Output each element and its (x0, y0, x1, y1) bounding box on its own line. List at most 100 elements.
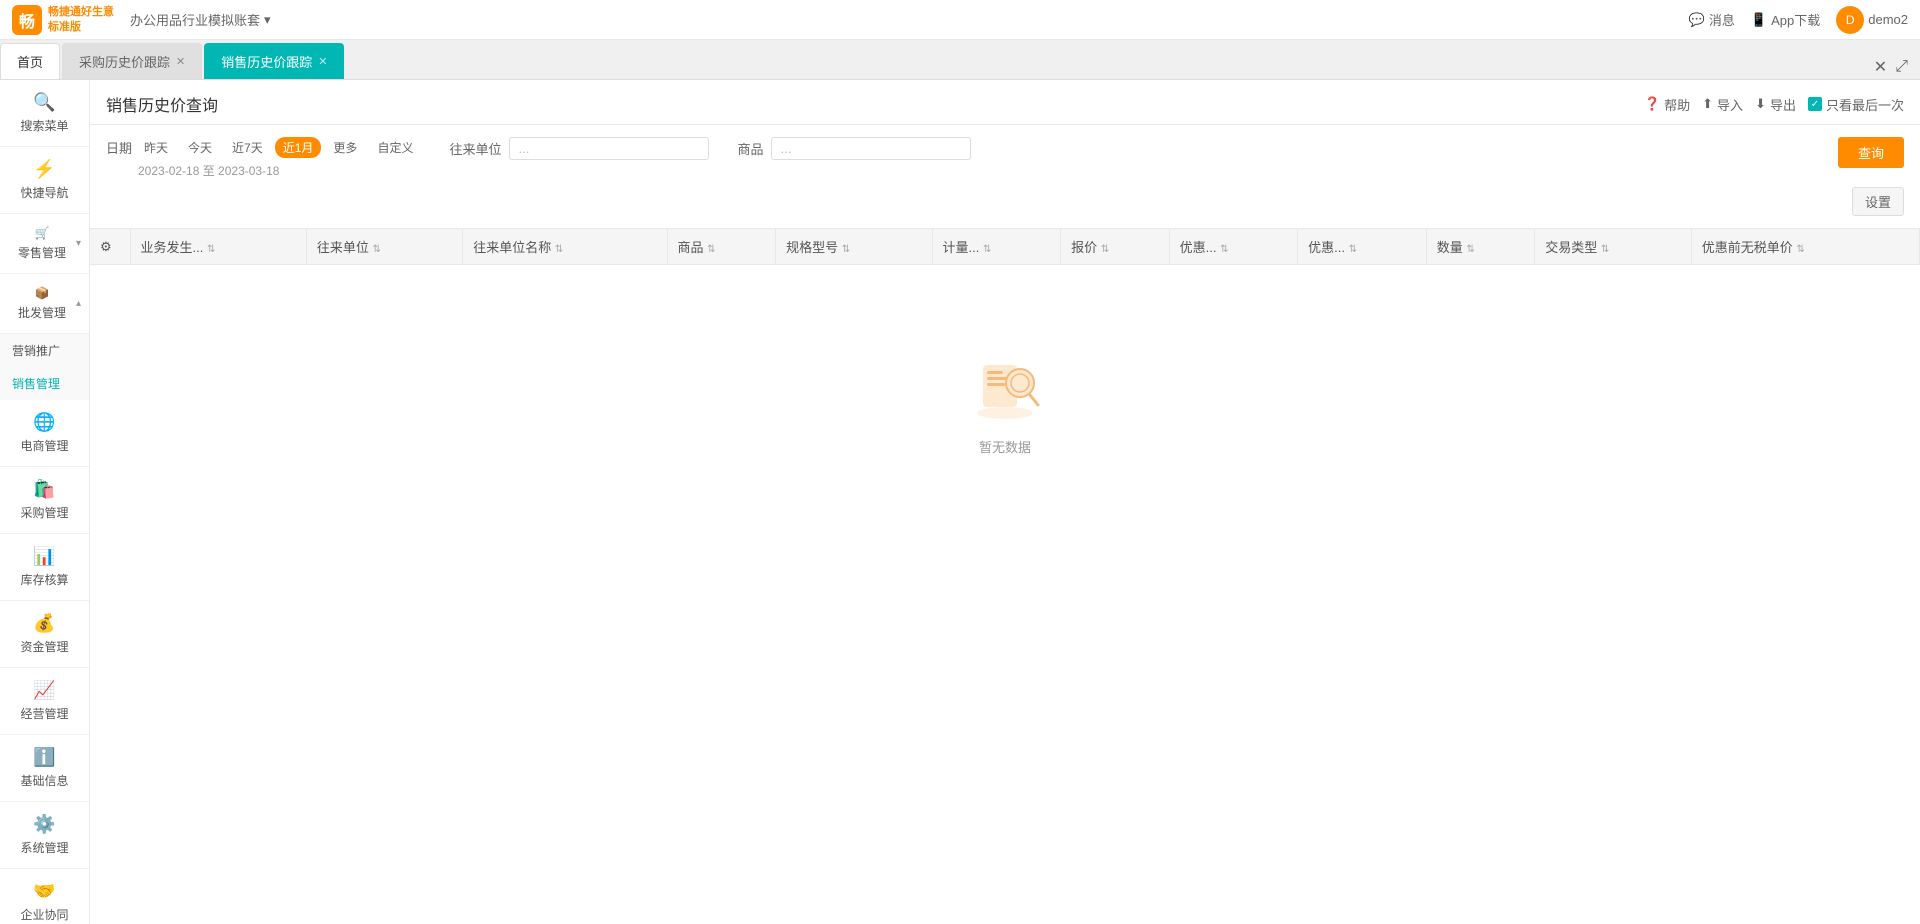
sidebar-item-search-menu-label: 搜索菜单 (20, 117, 68, 134)
tab-maximize-btn[interactable]: ⤢ (1895, 58, 1908, 76)
wholesale-mgmt-icon: 📦 (35, 286, 50, 300)
th-product-label: 商品 (678, 240, 704, 255)
date-btn-custom[interactable]: 自定义 (369, 137, 421, 158)
date-btn-more[interactable]: 更多 (325, 137, 365, 158)
chevron-down-icon: ▾ (264, 12, 271, 28)
app-download-btn[interactable]: 📱 App下载 (1751, 10, 1820, 29)
sidebar-subitem-sales-mgmt-label: 销售管理 (12, 377, 60, 391)
th-partner-name[interactable]: 往来单位名称 ⇅ (463, 229, 667, 265)
th-partner-code[interactable]: 往来单位 ⇅ (306, 229, 462, 265)
th-trade-type-label: 交易类型 (1545, 240, 1597, 255)
date-btn-yesterday[interactable]: 昨天 (136, 137, 176, 158)
th-pre-tax-price-label: 优惠前无税单价 (1702, 240, 1793, 255)
import-label: 导入 (1717, 95, 1743, 114)
sidebar-item-quick-nav-label: 快捷导航 (20, 184, 68, 201)
sidebar-item-ecommerce-mgmt[interactable]: 🌐 电商管理 (0, 400, 89, 467)
checkbox-icon: ✓ (1808, 97, 1822, 111)
tab-home[interactable]: 首页 (0, 43, 60, 79)
sidebar-subitem-sales-mgmt[interactable]: 销售管理 (0, 367, 89, 400)
th-quantity-label: 数量 (1437, 240, 1463, 255)
tab-sales-history-label: 销售历史价跟踪 (221, 52, 312, 71)
sort-discount2-icon: ⇅ (1349, 244, 1357, 255)
only-last-checkbox[interactable]: ✓ 只看最后一次 (1808, 95, 1904, 114)
sidebar-subitem-marketing[interactable]: 营销推广 (0, 334, 89, 367)
partner-input[interactable]: ... (509, 137, 709, 160)
logo-text: 畅捷通好生意 标准版 (48, 5, 114, 34)
sidebar-item-finance-mgmt[interactable]: 💰 资金管理 (0, 601, 89, 668)
sidebar-subitem-marketing-label: 营销推广 (12, 344, 60, 358)
empty-state-text: 暂无数据 (979, 437, 1031, 456)
th-partner-code-label: 往来单位 (317, 240, 369, 255)
sidebar-item-wholesale-mgmt[interactable]: 📦 批发管理 ▴ (0, 274, 89, 334)
th-product[interactable]: 商品 ⇅ (667, 229, 776, 265)
sort-trade-type-icon: ⇅ (1601, 244, 1609, 255)
help-btn[interactable]: ❓ 帮助 (1644, 95, 1690, 114)
sidebar-item-quick-nav[interactable]: ⚡ 快捷导航 (0, 147, 89, 214)
sidebar-item-inventory-calc[interactable]: 📊 库存核算 (0, 534, 89, 601)
th-spec[interactable]: 规格型号 ⇅ (776, 229, 932, 265)
sort-biz-date-icon: ⇅ (207, 244, 215, 255)
sidebar-item-search-menu[interactable]: 🔍 搜索菜单 (0, 80, 89, 147)
sort-pre-tax-price-icon: ⇅ (1796, 244, 1804, 255)
tab-purchase-history[interactable]: 采购历史价跟踪 ✕ (62, 43, 202, 79)
top-bar-right: 💬 消息 📱 App下载 D demo2 (1689, 6, 1908, 34)
tab-sales-history[interactable]: 销售历史价跟踪 ✕ (204, 43, 344, 79)
import-btn[interactable]: ⬆ 导入 (1702, 95, 1743, 114)
th-quoted-price[interactable]: 报价 ⇅ (1061, 229, 1170, 265)
only-last-label: 只看最后一次 (1826, 95, 1904, 114)
date-btn-today[interactable]: 今天 (180, 137, 220, 158)
sidebar-item-operations-mgmt[interactable]: 📈 经营管理 (0, 668, 89, 735)
th-settings[interactable]: ⚙ (90, 229, 130, 265)
main-layout: 🔍 搜索菜单 ⚡ 快捷导航 🛒 零售管理 ▾ 📦 批发管理 ▴ 营销推广 销售管… (0, 80, 1920, 924)
sidebar-item-basic-info-label: 基础信息 (20, 772, 68, 789)
th-biz-date[interactable]: 业务发生... ⇅ (130, 229, 306, 265)
import-icon: ⬆ (1702, 96, 1713, 112)
th-discount2-label: 优惠... (1308, 240, 1345, 255)
wholesale-chevron-icon: ▴ (76, 298, 81, 309)
th-discount1-label: 优惠... (1180, 240, 1217, 255)
sidebar-item-enterprise-collab[interactable]: 🤝 企业协同 (0, 869, 89, 924)
th-quantity[interactable]: 数量 ⇅ (1426, 229, 1535, 265)
empty-state: 暂无数据 (90, 265, 1920, 536)
sidebar-item-enterprise-collab-label: 企业协同 (20, 906, 68, 923)
sidebar-item-purchase-mgmt[interactable]: 🛍️ 采购管理 (0, 467, 89, 534)
app-selector[interactable]: 办公用品行业模拟账套 ▾ (122, 6, 279, 33)
date-btn-1month[interactable]: 近1月 (275, 137, 322, 158)
message-btn[interactable]: 💬 消息 (1689, 10, 1735, 29)
date-btn-7days[interactable]: 近7天 (224, 137, 271, 158)
sort-spec-icon: ⇅ (842, 244, 850, 255)
query-button[interactable]: 查询 (1838, 137, 1904, 168)
export-btn[interactable]: ⬇ 导出 (1755, 95, 1796, 114)
sort-partner-name-icon: ⇅ (555, 244, 563, 255)
download-icon: 📱 (1751, 12, 1767, 28)
sidebar-item-system-mgmt[interactable]: ⚙️ 系统管理 (0, 802, 89, 869)
username: demo2 (1868, 12, 1908, 27)
help-label: 帮助 (1664, 95, 1690, 114)
inventory-icon: 📊 (33, 546, 55, 567)
sidebar-item-retail-mgmt[interactable]: 🛒 零售管理 ▾ (0, 214, 89, 274)
sort-product-icon: ⇅ (707, 244, 715, 255)
sidebar-item-ecommerce-label: 电商管理 (20, 437, 68, 454)
product-input[interactable]: ... (771, 137, 971, 160)
tab-bar-actions: ✕ ⤢ (1874, 57, 1920, 79)
tab-purchase-history-close[interactable]: ✕ (176, 55, 185, 68)
finance-icon: 💰 (33, 613, 55, 634)
sidebar-item-basic-info[interactable]: ℹ️ 基础信息 (0, 735, 89, 802)
th-trade-type[interactable]: 交易类型 ⇅ (1535, 229, 1691, 265)
sidebar-item-operations-label: 经营管理 (20, 705, 68, 722)
tab-close-btn[interactable]: ✕ (1874, 57, 1887, 77)
tab-bar: 首页 采购历史价跟踪 ✕ 销售历史价跟踪 ✕ ✕ ⤢ (0, 40, 1920, 80)
data-table: ⚙ 业务发生... ⇅ 往来单位 ⇅ 往来单位名称 ⇅ (90, 229, 1920, 265)
user-menu[interactable]: D demo2 (1836, 6, 1908, 34)
th-discount2[interactable]: 优惠... ⇅ (1298, 229, 1427, 265)
sort-quantity-icon: ⇅ (1466, 244, 1474, 255)
top-bar-left: 畅 畅捷通好生意 标准版 办公用品行业模拟账套 ▾ (12, 5, 279, 35)
enterprise-collab-icon: 🤝 (33, 881, 55, 902)
th-pre-tax-price[interactable]: 优惠前无税单价 ⇅ (1691, 229, 1919, 265)
date-range-display: 2023-02-18 至 2023-03-18 (138, 164, 279, 178)
th-unit[interactable]: 计量... ⇅ (932, 229, 1061, 265)
th-discount1[interactable]: 优惠... ⇅ (1169, 229, 1298, 265)
setting-button[interactable]: 设置 (1852, 187, 1904, 216)
sidebar-item-wholesale-mgmt-label: 批发管理 (18, 304, 66, 321)
tab-sales-history-close[interactable]: ✕ (318, 55, 327, 68)
